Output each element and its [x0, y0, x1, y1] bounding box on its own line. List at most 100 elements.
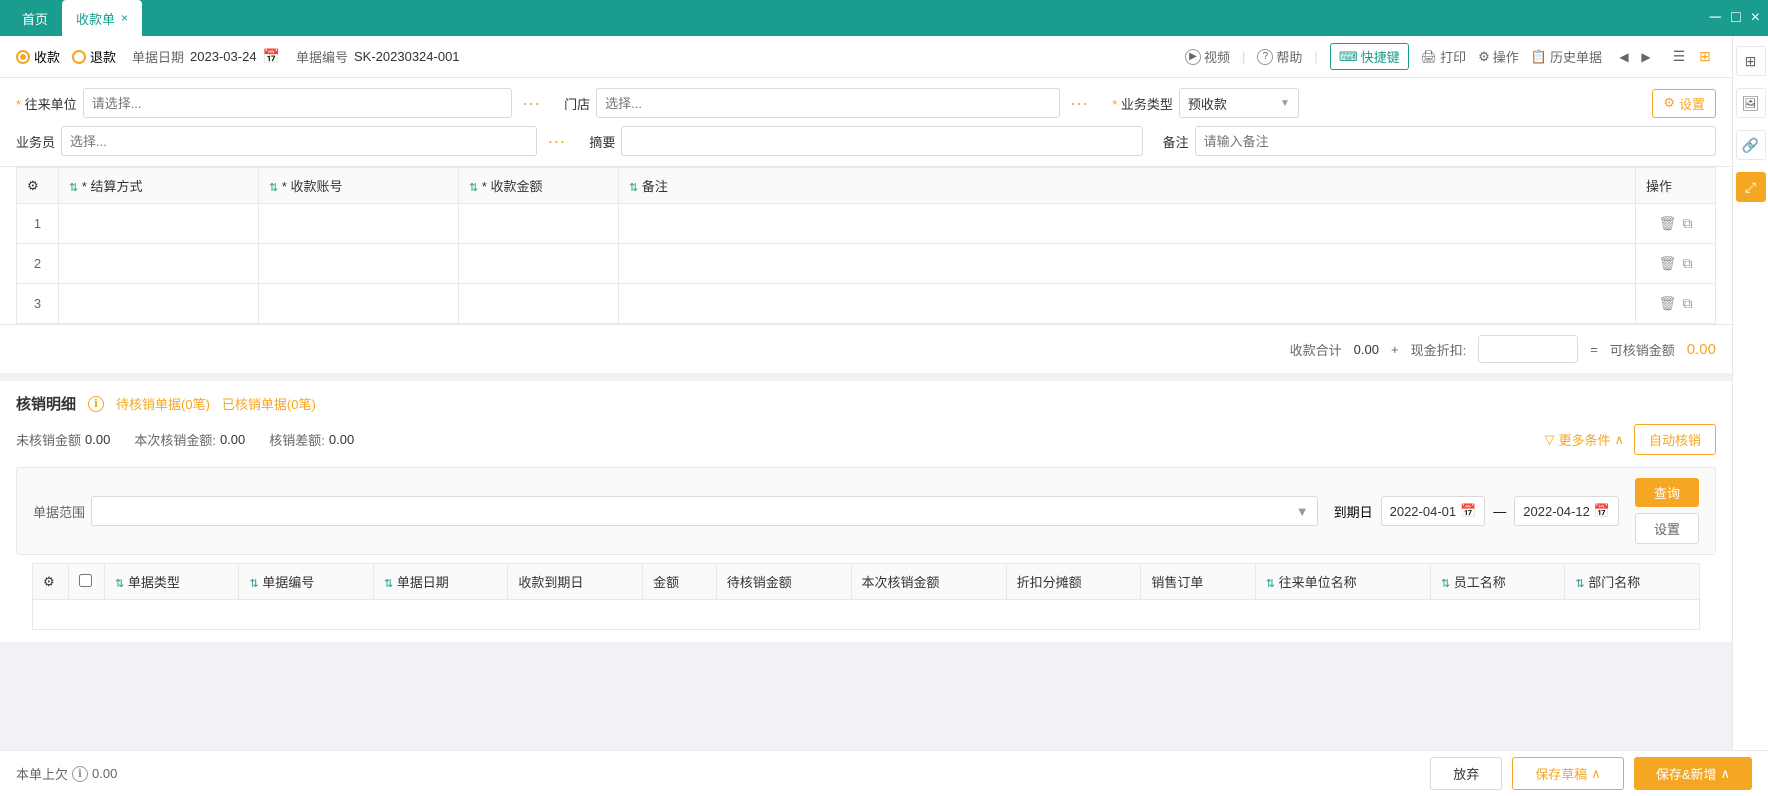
- col-account: ⇅ * 收款账号: [259, 168, 459, 204]
- delete-icon-2[interactable]: 🗑: [1659, 255, 1677, 272]
- delete-icon-3[interactable]: 🗑: [1659, 295, 1677, 312]
- shortcut-btn[interactable]: ⌨ 快捷键: [1330, 43, 1409, 70]
- more-conditions-btn[interactable]: ▽ 更多条件 ∧: [1544, 430, 1624, 449]
- print-icon: 🖨: [1421, 49, 1438, 65]
- calendar-icon[interactable]: 📅: [263, 48, 280, 65]
- date-from-input[interactable]: 2022-04-01 📅: [1381, 496, 1486, 526]
- pending-tab[interactable]: 待核销单据(0笔): [116, 394, 210, 413]
- counterparty-more-btn[interactable]: ···: [518, 93, 544, 114]
- col-dept: ⇅ 部门名称: [1565, 564, 1700, 600]
- select-all-checkbox[interactable]: [79, 574, 92, 587]
- footer: 本单上欠 ℹ 0.00 放弃 保存草稿 ∧ 保存&新增 ∧: [0, 750, 1768, 796]
- row-1-amount[interactable]: [459, 204, 619, 244]
- history-icon: 📋: [1531, 49, 1547, 65]
- minimize-btn[interactable]: ─: [1710, 9, 1721, 27]
- radio-refund-label: 退款: [90, 47, 116, 66]
- salesperson-input[interactable]: [61, 126, 537, 156]
- radio-receipt-circle: [16, 50, 30, 64]
- range-select[interactable]: ▼: [91, 496, 1318, 526]
- date-value: 2023-03-24: [190, 49, 257, 64]
- ops-icons-2: 🗑 ⧉: [1636, 255, 1715, 272]
- footer-label: 本单上欠: [16, 764, 68, 783]
- row-2-account[interactable]: [259, 244, 459, 284]
- biz-type-label: * 业务类型: [1112, 94, 1173, 113]
- sort-icon-account: ⇅: [269, 182, 278, 194]
- radio-refund[interactable]: 退款: [72, 47, 116, 66]
- video-link[interactable]: ▶ 视频: [1185, 47, 1230, 66]
- row-2-remark[interactable]: [619, 244, 1636, 284]
- query-btn[interactable]: 查询: [1635, 478, 1699, 507]
- footer-info-icon[interactable]: ℹ: [72, 766, 88, 782]
- range-field: 单据范围 ▼: [33, 496, 1318, 526]
- sidebar-link-btn[interactable]: 🔗: [1736, 130, 1766, 160]
- row-1-settlement[interactable]: [59, 204, 259, 244]
- history-link[interactable]: 📋 历史单据: [1531, 47, 1602, 66]
- biz-type-value: 预收款: [1188, 94, 1276, 113]
- remarks-input[interactable]: [1195, 126, 1716, 156]
- date-field: 单据日期 2023-03-24 📅: [132, 47, 280, 66]
- table-gear[interactable]: ⚙: [17, 168, 59, 204]
- counterparty-input[interactable]: [83, 88, 512, 118]
- copy-icon-3[interactable]: ⧉: [1682, 295, 1692, 312]
- date-label: 单据日期: [132, 47, 184, 66]
- ops-link[interactable]: ⚙ 操作: [1478, 47, 1519, 66]
- save-new-btn[interactable]: 保存&新增 ∧: [1634, 757, 1752, 790]
- discount-input[interactable]: [1478, 335, 1578, 363]
- row-3-settlement[interactable]: [59, 284, 259, 324]
- col-bill-type: ⇅ 单据类型: [105, 564, 239, 600]
- print-label: 打印: [1440, 47, 1466, 66]
- biz-type-select[interactable]: 预收款 ▼: [1179, 88, 1299, 118]
- row-1-remark[interactable]: [619, 204, 1636, 244]
- row-1-account[interactable]: [259, 204, 459, 244]
- sidebar-image-btn[interactable]: 🖼: [1736, 88, 1766, 118]
- nav-next[interactable]: ▶: [1636, 47, 1656, 67]
- close-icon[interactable]: ×: [121, 11, 128, 25]
- row-2-ops: 🗑 ⧉: [1636, 244, 1716, 284]
- settings-btn[interactable]: ⚙ 设置: [1652, 89, 1716, 118]
- divider1: |: [1242, 49, 1245, 64]
- delete-icon-1[interactable]: 🗑: [1659, 215, 1677, 232]
- copy-icon-1[interactable]: ⧉: [1682, 215, 1692, 232]
- radio-receipt[interactable]: 收款: [16, 47, 60, 66]
- list-view-btn[interactable]: ☰: [1668, 46, 1690, 68]
- divider2: |: [1314, 49, 1317, 64]
- settings-btn-wrap: ⚙ 设置: [1652, 89, 1716, 118]
- sidebar-expand-btn[interactable]: ⤢: [1736, 172, 1766, 202]
- row-3-remark[interactable]: [619, 284, 1636, 324]
- row-2-amount[interactable]: [459, 244, 619, 284]
- row-3-account[interactable]: [259, 284, 459, 324]
- done-tab[interactable]: 已核销单据(0笔): [222, 394, 316, 413]
- nav-prev[interactable]: ◀: [1614, 47, 1634, 67]
- filter-settings-btn[interactable]: 设置: [1635, 513, 1699, 544]
- maximize-btn[interactable]: □: [1731, 9, 1741, 27]
- diff-value: 0.00: [329, 432, 354, 447]
- copy-icon-2[interactable]: ⧉: [1682, 255, 1692, 272]
- auto-verif-btn[interactable]: 自动核销: [1634, 424, 1716, 455]
- tab-home[interactable]: 首页: [8, 0, 62, 36]
- print-link[interactable]: 🖨 打印: [1421, 47, 1467, 66]
- verif-title-row: 核销明细 ℹ 待核销单据(0笔) 已核销单据(0笔): [16, 393, 1716, 414]
- bottom-gear[interactable]: ⚙: [33, 564, 69, 600]
- col-due-date: 收款到期日: [508, 564, 643, 600]
- date-to-input[interactable]: 2022-04-12 📅: [1514, 496, 1619, 526]
- sidebar-table-btn[interactable]: ⊞: [1736, 46, 1766, 76]
- salesperson-more-btn[interactable]: ···: [543, 131, 569, 152]
- summary-input[interactable]: [621, 126, 1142, 156]
- store-more-btn[interactable]: ···: [1066, 93, 1092, 114]
- diff-label: 核销差额:: [269, 430, 325, 449]
- sort-counterparty: ⇅: [1266, 578, 1275, 590]
- store-input[interactable]: [596, 88, 1060, 118]
- window-close-btn[interactable]: ×: [1751, 9, 1760, 27]
- col-amount2: 金额: [643, 564, 717, 600]
- tab-receipt[interactable]: 收款单 ×: [62, 0, 142, 36]
- verif-info-icon[interactable]: ℹ: [88, 396, 104, 412]
- row-2-settlement[interactable]: [59, 244, 259, 284]
- grid-view-btn[interactable]: ⊞: [1694, 46, 1716, 68]
- bottom-table-header: ⚙ ⇅ 单据类型 ⇅ 单据编号 ⇅ 单据日期 收款到期: [33, 564, 1700, 600]
- abandon-btn[interactable]: 放弃: [1430, 757, 1502, 790]
- help-link[interactable]: ? 帮助: [1257, 47, 1302, 66]
- salesperson-label: 业务员: [16, 132, 55, 151]
- save-new-label: 保存&新增: [1656, 764, 1717, 783]
- row-3-amount[interactable]: [459, 284, 619, 324]
- draft-btn[interactable]: 保存草稿 ∧: [1512, 757, 1624, 790]
